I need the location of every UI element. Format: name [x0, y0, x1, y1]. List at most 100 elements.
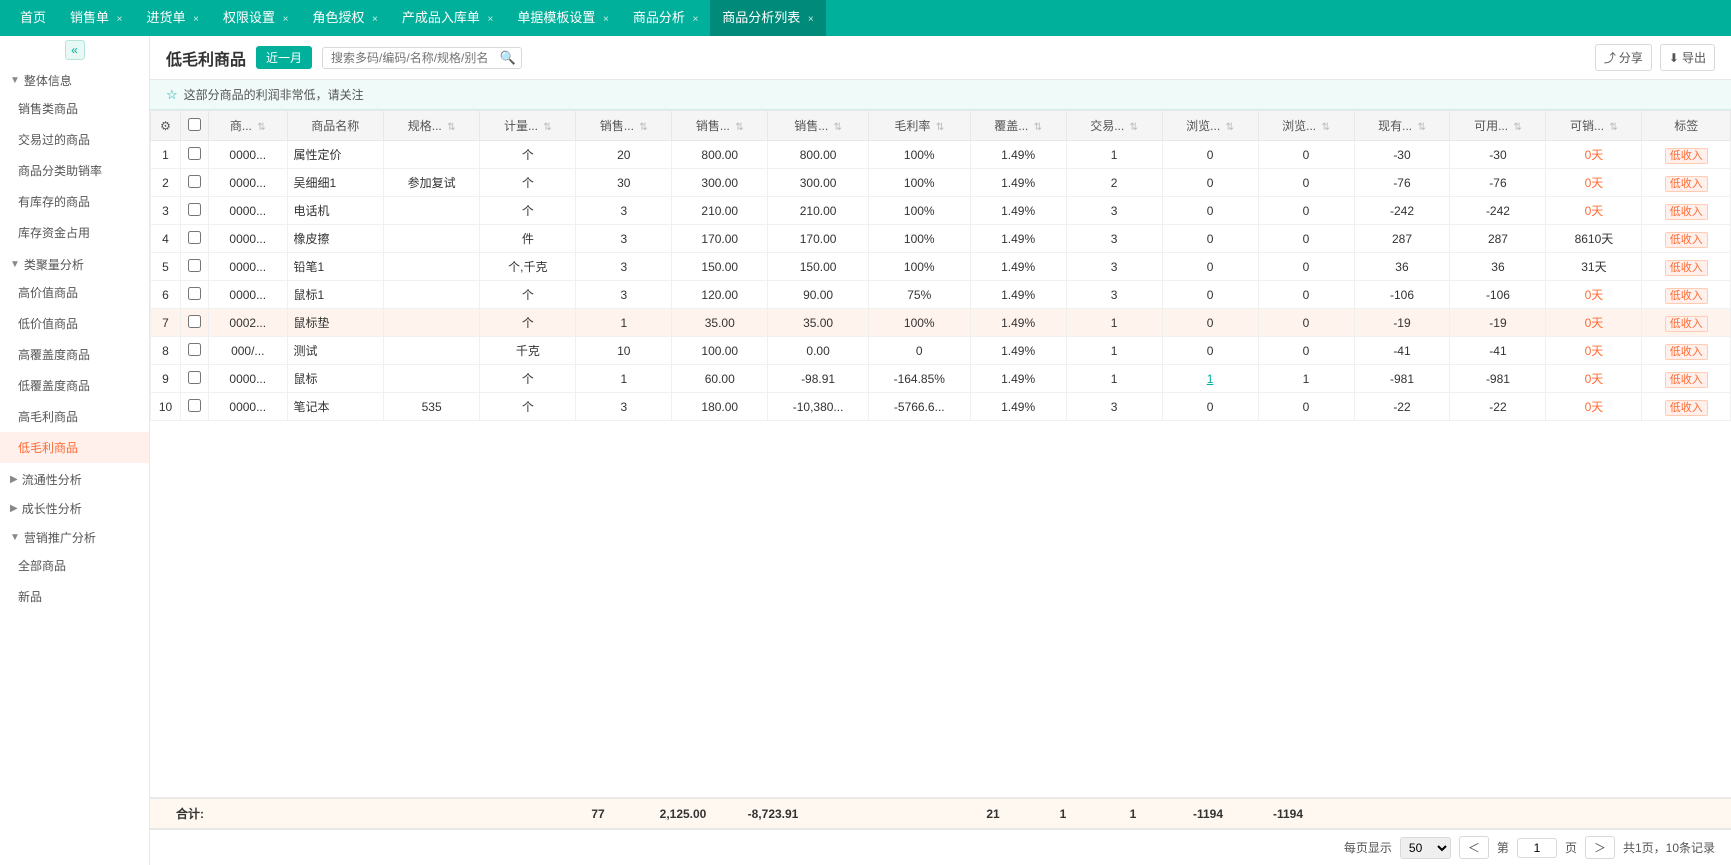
- cell-checkbox[interactable]: [181, 225, 209, 253]
- row-checkbox[interactable]: [188, 315, 201, 328]
- sidebar-group-flow[interactable]: ▶ 流通性分析: [0, 463, 149, 492]
- sidebar-item-traded-goods[interactable]: 交易过的商品: [0, 124, 149, 155]
- nav-close-product-entry[interactable]: ×: [488, 14, 494, 25]
- row-checkbox[interactable]: [188, 399, 201, 412]
- cell-view2: 0: [1258, 253, 1354, 281]
- cell-checkbox[interactable]: [181, 393, 209, 421]
- nav-close-goods-analysis[interactable]: ×: [692, 14, 698, 25]
- page-size-select[interactable]: 20 50 100: [1400, 837, 1451, 859]
- nav-close-template[interactable]: ×: [603, 14, 609, 25]
- sidebar-item-high-margin[interactable]: 高毛利商品: [0, 401, 149, 432]
- cell-checkbox[interactable]: [181, 309, 209, 337]
- sidebar-item-low-value[interactable]: 低价值商品: [0, 308, 149, 339]
- cell-view2: 0: [1258, 281, 1354, 309]
- cell-tag: 低收入: [1642, 365, 1731, 393]
- cell-checkbox[interactable]: [181, 197, 209, 225]
- sidebar-group-growth[interactable]: ▶ 成长性分析: [0, 492, 149, 521]
- nav-goods-analysis[interactable]: 商品分析 ×: [621, 0, 710, 36]
- cell-checkbox[interactable]: [181, 253, 209, 281]
- col-settings[interactable]: ⚙: [151, 111, 181, 141]
- cell-checkbox[interactable]: [181, 141, 209, 169]
- col-gross-rate[interactable]: 毛利率 ⇅: [868, 111, 970, 141]
- total-current-stock: -1194: [1168, 807, 1248, 821]
- row-checkbox[interactable]: [188, 203, 201, 216]
- col-coverage[interactable]: 覆盖... ⇅: [970, 111, 1066, 141]
- nav-close-sales[interactable]: ×: [117, 14, 123, 25]
- col-sales-count[interactable]: 销售... ⇅: [576, 111, 672, 141]
- cell-checkbox[interactable]: [181, 169, 209, 197]
- row-checkbox[interactable]: [188, 175, 201, 188]
- cell-view1: 0: [1162, 281, 1258, 309]
- col-sales-price[interactable]: 销售... ⇅: [672, 111, 768, 141]
- share-button[interactable]: ⤴ 分享: [1595, 44, 1652, 71]
- select-all-checkbox[interactable]: [188, 118, 201, 131]
- page-input[interactable]: [1517, 838, 1557, 858]
- sidebar-item-high-coverage[interactable]: 高覆盖度商品: [0, 339, 149, 370]
- cell-sales-price: 800.00: [672, 141, 768, 169]
- period-button[interactable]: 近一月: [256, 46, 312, 69]
- col-sales-amount[interactable]: 销售... ⇅: [768, 111, 869, 141]
- row-checkbox[interactable]: [188, 287, 201, 300]
- col-current-stock[interactable]: 现有... ⇅: [1354, 111, 1450, 141]
- search-icon[interactable]: 🔍: [500, 50, 516, 66]
- nav-template[interactable]: 单据模板设置 ×: [505, 0, 620, 36]
- total-trade: 21: [958, 807, 1028, 821]
- search-input[interactable]: [322, 47, 522, 69]
- nav-product-entry[interactable]: 产成品入库单 ×: [390, 0, 505, 36]
- row-checkbox[interactable]: [188, 259, 201, 272]
- sidebar-group-cluster[interactable]: ▼ 类聚量分析: [0, 248, 149, 277]
- sidebar-item-high-value[interactable]: 高价值商品: [0, 277, 149, 308]
- col-spec[interactable]: 规格... ⇅: [383, 111, 479, 141]
- sidebar-group-overall[interactable]: ▼ 整体信息: [0, 64, 149, 93]
- sidebar-item-category-rate[interactable]: 商品分类助销率: [0, 155, 149, 186]
- cell-checkbox[interactable]: [181, 365, 209, 393]
- col-trade[interactable]: 交易... ⇅: [1066, 111, 1162, 141]
- cell-tag: 低收入: [1642, 253, 1731, 281]
- export-button[interactable]: ⬇ 导出: [1660, 44, 1715, 71]
- col-unit[interactable]: 计量... ⇅: [480, 111, 576, 141]
- nav-roles[interactable]: 角色授权 ×: [300, 0, 389, 36]
- row-checkbox[interactable]: [188, 371, 201, 384]
- cell-tag: 低收入: [1642, 225, 1731, 253]
- col-checkbox[interactable]: [181, 111, 209, 141]
- sidebar-item-low-margin[interactable]: 低毛利商品: [0, 432, 149, 463]
- col-code[interactable]: 商... ⇅: [209, 111, 288, 141]
- nav-close-goods-analysis-list[interactable]: ×: [808, 14, 814, 25]
- nav-sales[interactable]: 销售单 ×: [58, 0, 134, 36]
- cell-checkbox[interactable]: [181, 281, 209, 309]
- col-saleable[interactable]: 可销... ⇅: [1546, 111, 1642, 141]
- next-page-button[interactable]: ＞: [1585, 836, 1615, 859]
- nav-home[interactable]: 首页: [8, 0, 58, 36]
- prev-page-button[interactable]: ＜: [1459, 836, 1489, 859]
- sidebar-group-marketing[interactable]: ▼ 营销推广分析: [0, 521, 149, 550]
- sidebar-item-low-coverage[interactable]: 低覆盖度商品: [0, 370, 149, 401]
- sidebar-item-stock-capital[interactable]: 库存资金占用: [0, 217, 149, 248]
- tag-badge: 低收入: [1665, 232, 1708, 248]
- row-checkbox[interactable]: [188, 147, 201, 160]
- cell-sales-price: 150.00: [672, 253, 768, 281]
- nav-goods-analysis-list[interactable]: 商品分析列表 ×: [710, 0, 825, 36]
- nav-purchase[interactable]: 进货单 ×: [134, 0, 210, 36]
- col-available[interactable]: 可用... ⇅: [1450, 111, 1546, 141]
- cell-gross-rate: 100%: [868, 253, 970, 281]
- nav-close-purchase[interactable]: ×: [193, 14, 199, 25]
- sidebar-item-all-goods[interactable]: 全部商品: [0, 550, 149, 581]
- col-view2[interactable]: 浏览... ⇅: [1258, 111, 1354, 141]
- sidebar-item-stock-goods[interactable]: 有库存的商品: [0, 186, 149, 217]
- cell-checkbox[interactable]: [181, 337, 209, 365]
- table-row: 3 0000... 电话机 个 3 210.00 210.00 100% 1.4…: [151, 197, 1731, 225]
- cell-trade: 3: [1066, 225, 1162, 253]
- sidebar-item-sales-goods[interactable]: 销售类商品: [0, 93, 149, 124]
- row-checkbox[interactable]: [188, 231, 201, 244]
- pagination-bar: 每页显示 20 50 100 ＜ 第 页 ＞ 共1页，10条记录: [150, 829, 1731, 865]
- nav-close-permissions[interactable]: ×: [283, 14, 289, 25]
- cell-view1[interactable]: 1: [1162, 365, 1258, 393]
- col-view1[interactable]: 浏览... ⇅: [1162, 111, 1258, 141]
- nav-close-roles[interactable]: ×: [372, 14, 378, 25]
- sidebar-collapse-btn[interactable]: «: [65, 40, 85, 60]
- sidebar-item-new-goods[interactable]: 新品: [0, 581, 149, 612]
- cell-coverage: 1.49%: [970, 281, 1066, 309]
- nav-permissions[interactable]: 权限设置 ×: [211, 0, 300, 36]
- row-checkbox[interactable]: [188, 343, 201, 356]
- sort-icon-coverage: ⇅: [1034, 122, 1042, 133]
